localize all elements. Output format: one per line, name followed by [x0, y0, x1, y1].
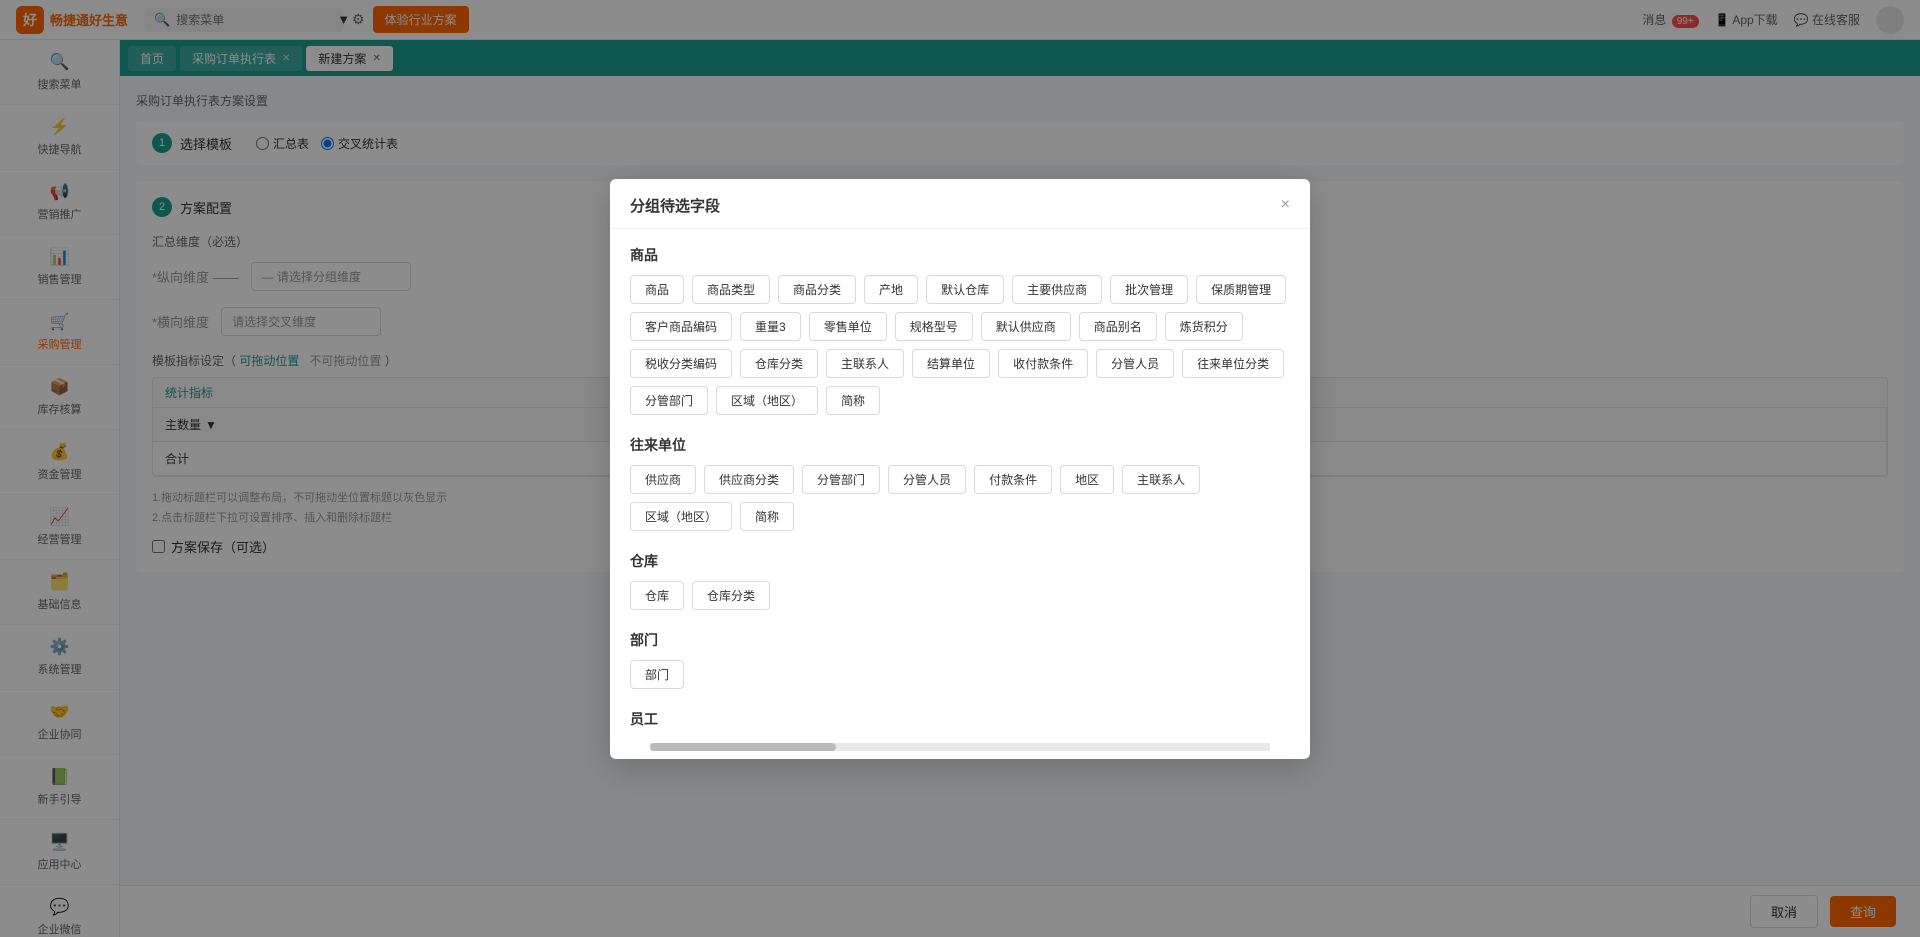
field-group-商品: 商品商品商品类型商品分类产地默认仓库主要供应商批次管理保质期管理客户商品编码重量…: [630, 245, 1290, 415]
field-group-往来单位: 往来单位供应商供应商分类分管部门分管人员付款条件地区主联系人区域（地区） 简称: [630, 435, 1290, 531]
field-tag[interactable]: 分管人员: [888, 465, 966, 494]
field-group-title: 商品: [630, 245, 1290, 265]
field-group-title: 仓库: [630, 551, 1290, 571]
field-group-仓库: 仓库仓库仓库分类: [630, 551, 1290, 610]
field-tag[interactable]: 简称: [740, 502, 794, 531]
h-scrollbar-thumb[interactable]: [650, 743, 836, 751]
field-tag[interactable]: 供应商分类: [704, 465, 794, 494]
field-tag[interactable]: 主联系人: [1122, 465, 1200, 494]
field-tag[interactable]: 默认仓库: [926, 275, 1004, 304]
field-tag[interactable]: 批次管理: [1110, 275, 1188, 304]
field-group-title: 部门: [630, 630, 1290, 650]
field-tag[interactable]: 地区: [1060, 465, 1114, 494]
field-group-title: 员工: [630, 709, 1290, 729]
field-group-title: 往来单位: [630, 435, 1290, 455]
field-tag[interactable]: 主联系人: [826, 349, 904, 378]
field-tag[interactable]: 炼货积分: [1165, 312, 1243, 341]
field-tag[interactable]: 结算单位: [912, 349, 990, 378]
h-scrollbar[interactable]: [650, 743, 1270, 751]
field-tag[interactable]: 分管人员: [1096, 349, 1174, 378]
field-select-modal: 分组待选字段 × 商品商品商品类型商品分类产地默认仓库主要供应商批次管理保质期管…: [610, 179, 1310, 759]
field-tag[interactable]: 部门: [630, 660, 684, 689]
field-tag[interactable]: 默认供应商: [981, 312, 1071, 341]
field-group-部门: 部门部门: [630, 630, 1290, 689]
field-tag[interactable]: 保质期管理: [1196, 275, 1286, 304]
field-tag[interactable]: 简称: [826, 386, 880, 415]
field-tag[interactable]: 规格型号: [895, 312, 973, 341]
modal-body[interactable]: 商品商品商品类型商品分类产地默认仓库主要供应商批次管理保质期管理客户商品编码重量…: [610, 229, 1310, 739]
field-tag[interactable]: 区域（地区）: [716, 386, 818, 415]
modal-close-button[interactable]: ×: [1281, 196, 1290, 214]
field-tag[interactable]: 仓库: [630, 581, 684, 610]
field-tag[interactable]: 税收分类编码: [630, 349, 732, 378]
modal-header: 分组待选字段 ×: [610, 179, 1310, 229]
field-tag[interactable]: 往来单位分类: [1182, 349, 1284, 378]
field-tag[interactable]: 产地: [864, 275, 918, 304]
field-tag[interactable]: 主要供应商: [1012, 275, 1102, 304]
field-tag[interactable]: 付款条件: [974, 465, 1052, 494]
field-tag[interactable]: 商品别名: [1079, 312, 1157, 341]
field-group-员工: 员工业务员: [630, 709, 1290, 739]
field-tag[interactable]: 商品: [630, 275, 684, 304]
field-tag[interactable]: 客户商品编码: [630, 312, 732, 341]
field-tags: 供应商供应商分类分管部门分管人员付款条件地区主联系人区域（地区） 简称: [630, 465, 1290, 531]
field-tag[interactable]: 零售单位: [809, 312, 887, 341]
field-tag[interactable]: 仓库分类: [692, 581, 770, 610]
field-tag[interactable]: 商品类型: [692, 275, 770, 304]
field-tag[interactable]: 仓库分类: [740, 349, 818, 378]
field-tags: 商品商品类型商品分类产地默认仓库主要供应商批次管理保质期管理客户商品编码重量3 零…: [630, 275, 1290, 415]
field-tag[interactable]: 分管部门: [630, 386, 708, 415]
field-tag[interactable]: 供应商: [630, 465, 696, 494]
modal-title: 分组待选字段: [630, 195, 720, 216]
field-tags: 仓库仓库分类: [630, 581, 1290, 610]
field-tag[interactable]: 重量3: [740, 312, 801, 341]
modal-overlay: 分组待选字段 × 商品商品商品类型商品分类产地默认仓库主要供应商批次管理保质期管…: [0, 0, 1920, 937]
field-tags: 部门: [630, 660, 1290, 689]
field-tag[interactable]: 区域（地区）: [630, 502, 732, 531]
field-tag[interactable]: 收付款条件: [998, 349, 1088, 378]
field-tag[interactable]: 分管部门: [802, 465, 880, 494]
modal-h-scroll-area: [610, 739, 1310, 759]
field-tag[interactable]: 商品分类: [778, 275, 856, 304]
